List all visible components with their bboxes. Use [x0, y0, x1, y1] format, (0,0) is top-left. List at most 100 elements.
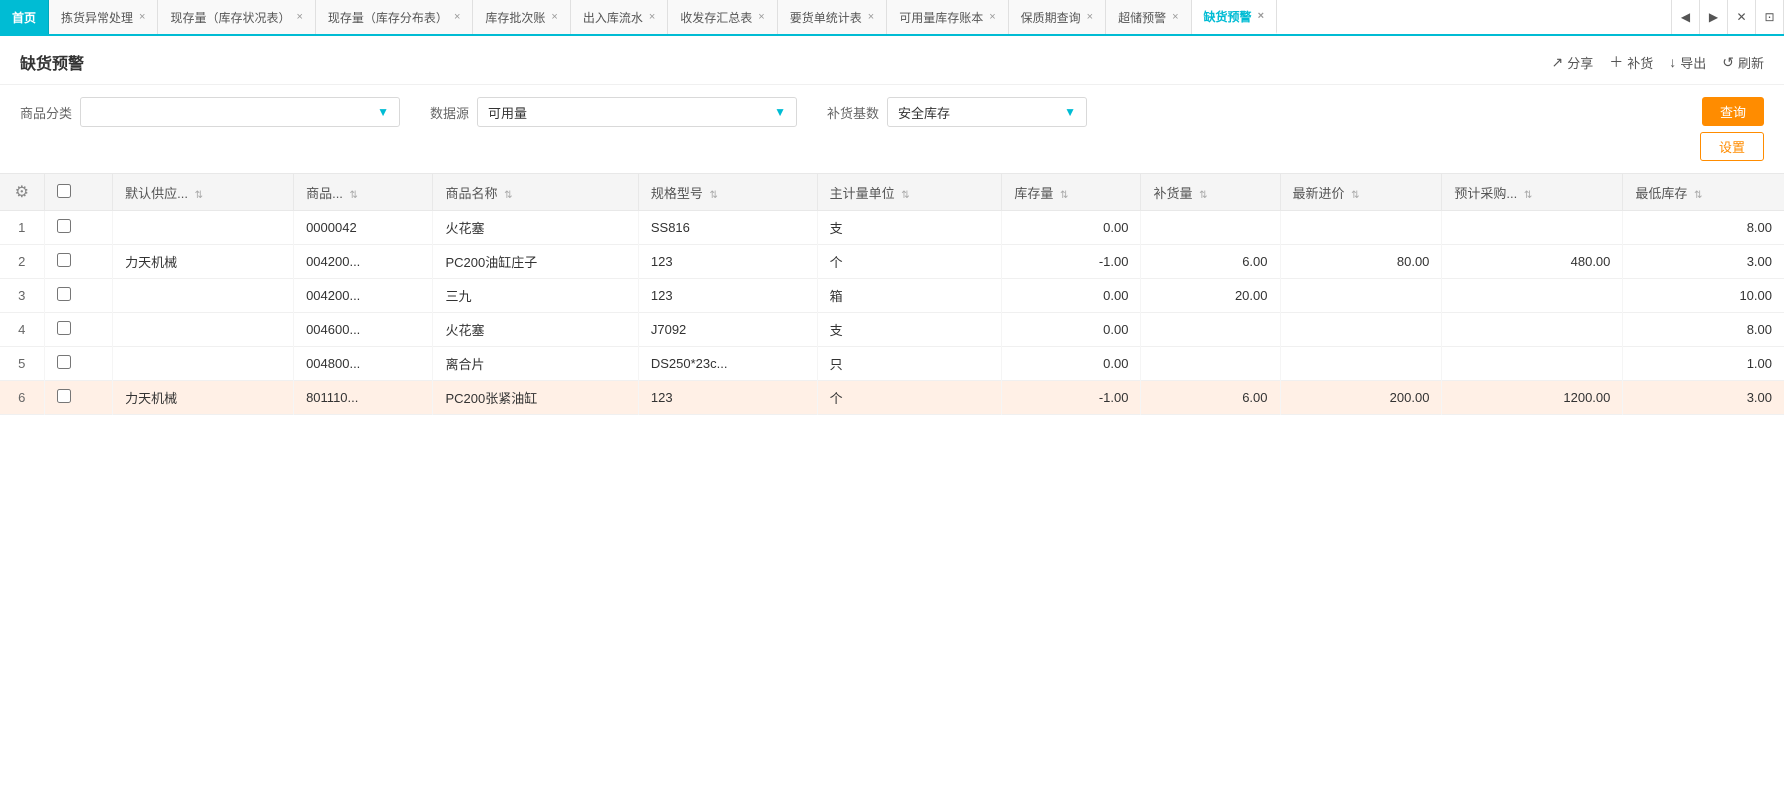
td-min-stock: 3.00	[1623, 245, 1784, 279]
td-spec: 123	[638, 381, 817, 415]
tab-defective[interactable]: 拣货异常处理×	[49, 0, 158, 34]
datasource-arrow-icon: ▼	[774, 105, 786, 119]
td-replenish: 6.00	[1141, 245, 1280, 279]
tab-close-shortage[interactable]: ×	[1258, 10, 1264, 22]
tab-close-batch-account[interactable]: ×	[551, 11, 557, 23]
sort-est-icon[interactable]: ⇅	[1524, 190, 1532, 201]
td-cb[interactable]	[44, 347, 113, 381]
td-stock: -1.00	[1002, 245, 1141, 279]
header-actions: ↗ 分享 ＋ 补货 ↓ 导出 ↺ 刷新	[1551, 52, 1764, 72]
page-content: 缺货预警 ↗ 分享 ＋ 补货 ↓ 导出 ↺ 刷新 商品分类	[0, 36, 1784, 796]
tab-label-stock-dist: 现存量（库存分布表）	[328, 9, 448, 26]
sort-min-icon[interactable]: ⇅	[1694, 190, 1702, 201]
tab-prev-btn[interactable]: ◀	[1672, 0, 1700, 34]
td-index: 5	[0, 347, 44, 381]
tab-close-recv-summary[interactable]: ×	[758, 11, 764, 23]
th-product-code: 商品... ⇅	[294, 174, 433, 211]
td-cb[interactable]	[44, 313, 113, 347]
sort-unit-icon[interactable]: ⇅	[901, 190, 909, 201]
refresh-icon: ↺	[1722, 54, 1734, 71]
tab-home[interactable]: 首页	[0, 0, 49, 34]
td-cb[interactable]	[44, 245, 113, 279]
tab-close-stock-status[interactable]: ×	[296, 11, 302, 23]
tab-batch-account[interactable]: 库存批次账×	[473, 0, 570, 34]
row-checkbox[interactable]	[57, 355, 71, 369]
td-cb[interactable]	[44, 279, 113, 313]
tab-shortage[interactable]: 缺货预警×	[1192, 0, 1277, 34]
page-title: 缺货预警	[20, 50, 84, 74]
td-product-name: PC200张紧油缸	[433, 381, 638, 415]
row-checkbox[interactable]	[57, 389, 71, 403]
td-spec: 123	[638, 245, 817, 279]
sort-stock-icon[interactable]: ⇅	[1060, 190, 1068, 201]
tab-close-order-stats[interactable]: ×	[868, 11, 874, 23]
td-index: 1	[0, 211, 44, 245]
td-spec: J7092	[638, 313, 817, 347]
filter-replenish-base: 补货基数 安全库存 ▼	[827, 97, 1087, 127]
replenish-button[interactable]: ＋ 补货	[1609, 52, 1653, 72]
th-spec: 规格型号 ⇅	[638, 174, 817, 211]
row-checkbox[interactable]	[57, 219, 71, 233]
export-button[interactable]: ↓ 导出	[1669, 53, 1706, 72]
tab-inout-flow[interactable]: 出入库流水×	[571, 0, 668, 34]
replenish-icon: ＋	[1609, 52, 1623, 72]
tab-label-expiry: 保质期查询	[1021, 9, 1081, 26]
sort-name-icon[interactable]: ⇅	[504, 190, 512, 201]
td-latest-price: 80.00	[1280, 245, 1442, 279]
tab-close-overstock[interactable]: ×	[1172, 11, 1178, 23]
replenish-base-label: 补货基数	[827, 103, 879, 122]
table-header: ⚙ 默认供应... ⇅ 商品... ⇅ 商品名称 ⇅	[0, 174, 1784, 211]
settings-button[interactable]: 设置	[1700, 132, 1764, 161]
query-button[interactable]: 查询	[1702, 97, 1764, 126]
row-checkbox[interactable]	[57, 253, 71, 267]
tab-close-stock-dist[interactable]: ×	[454, 11, 460, 23]
td-stock: 0.00	[1002, 279, 1141, 313]
td-index: 6	[0, 381, 44, 415]
row-checkbox[interactable]	[57, 287, 71, 301]
tab-next-btn[interactable]: ▶	[1700, 0, 1728, 34]
td-product-name: 火花塞	[433, 211, 638, 245]
tab-stock-status[interactable]: 现存量（库存状况表）×	[158, 0, 315, 34]
td-supplier	[113, 279, 294, 313]
tab-close-defective[interactable]: ×	[139, 11, 145, 23]
tab-close-inout-flow[interactable]: ×	[649, 11, 655, 23]
td-product-code: 004200...	[294, 279, 433, 313]
td-latest-price	[1280, 279, 1442, 313]
gear-icon[interactable]: ⚙	[15, 184, 29, 201]
tab-expiry[interactable]: 保质期查询 ×	[1009, 0, 1106, 34]
table-row: 4004600...火花塞J7092支0.008.00	[0, 313, 1784, 347]
tab-close-btn[interactable]: ✕	[1728, 0, 1756, 34]
td-unit: 支	[817, 313, 1002, 347]
category-label: 商品分类	[20, 103, 72, 122]
sort-price-icon[interactable]: ⇅	[1351, 190, 1359, 201]
tab-close-expiry[interactable]: ×	[1087, 11, 1093, 23]
tab-expand-btn[interactable]: ⊡	[1756, 0, 1784, 34]
tab-available-book[interactable]: 可用量库存账本×	[887, 0, 1008, 34]
sort-spec-icon[interactable]: ⇅	[710, 190, 718, 201]
td-min-stock: 10.00	[1623, 279, 1784, 313]
td-stock: -1.00	[1002, 381, 1141, 415]
select-all-checkbox[interactable]	[57, 184, 71, 198]
td-cb[interactable]	[44, 211, 113, 245]
td-product-code: 801110...	[294, 381, 433, 415]
category-select[interactable]: ▼	[80, 97, 400, 127]
tab-label-overstock: 超储预警	[1118, 9, 1166, 26]
refresh-button[interactable]: ↺ 刷新	[1722, 53, 1764, 72]
replenish-base-select[interactable]: 安全库存 ▼	[887, 97, 1087, 127]
th-gear[interactable]: ⚙	[0, 174, 44, 211]
share-button[interactable]: ↗ 分享	[1551, 53, 1593, 72]
sort-supplier-icon[interactable]: ⇅	[195, 190, 203, 201]
tab-close-available-book[interactable]: ×	[989, 11, 995, 23]
tab-order-stats[interactable]: 要货单统计表×	[778, 0, 887, 34]
tab-overstock[interactable]: 超储预警 ×	[1106, 0, 1191, 34]
row-checkbox[interactable]	[57, 321, 71, 335]
datasource-select[interactable]: 可用量 ▼	[477, 97, 797, 127]
td-cb[interactable]	[44, 381, 113, 415]
replenish-base-value: 安全库存	[898, 103, 950, 122]
td-supplier	[113, 211, 294, 245]
tab-stock-dist[interactable]: 现存量（库存分布表） ×	[316, 0, 473, 34]
tab-recv-summary[interactable]: 收发存汇总表×	[668, 0, 777, 34]
td-min-stock: 8.00	[1623, 211, 1784, 245]
sort-replenish-icon[interactable]: ⇅	[1199, 190, 1207, 201]
sort-code-icon[interactable]: ⇅	[350, 190, 358, 201]
